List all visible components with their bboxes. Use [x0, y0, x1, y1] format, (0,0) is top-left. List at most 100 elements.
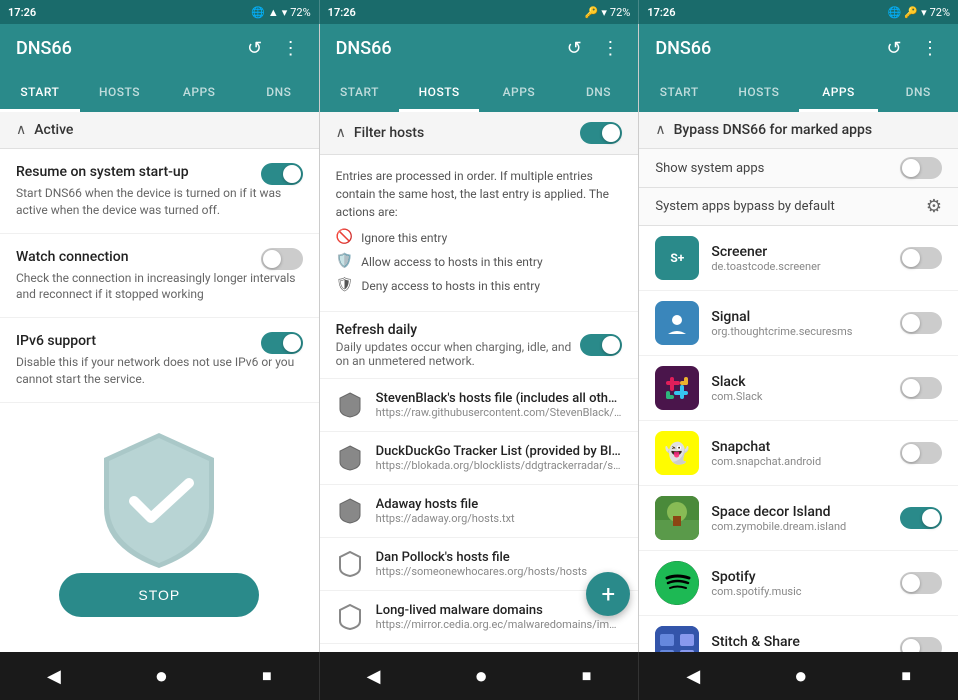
host-icon-0 [336, 391, 364, 419]
app-text-snapchat: Snapchat com.snapchat.android [711, 439, 888, 468]
app-name-spotify: Spotify [711, 569, 888, 585]
hosts-info: Entries are processed in order. If multi… [320, 155, 639, 312]
tab-hosts-dns[interactable]: DNS [559, 72, 639, 112]
gear-icon[interactable]: ⚙ [926, 196, 942, 217]
nav-home-2[interactable]: ● [474, 663, 487, 689]
toggle-screener[interactable] [900, 247, 942, 269]
panel-apps: DNS66 ↺ ⋮ START HOSTS APPS DNS ∧ Bypass … [639, 24, 958, 652]
toggle-watch[interactable] [261, 248, 303, 270]
toggle-spotify[interactable] [900, 572, 942, 594]
tab-start-hosts[interactable]: HOSTS [80, 72, 160, 112]
host-name-1: DuckDuckGo Tracker List (provided by Blo… [376, 444, 623, 459]
app-name-spacedecor: Space decor Island [711, 504, 888, 520]
toggle-stitch[interactable] [900, 637, 942, 652]
host-url-0: https://raw.githubusercontent.com/Steven… [376, 406, 623, 419]
host-icon-1 [336, 444, 364, 472]
nav-back-3[interactable]: ◀ [686, 666, 700, 687]
panel-hosts: DNS66 ↺ ⋮ START HOSTS APPS DNS ∧ Filter … [320, 24, 640, 652]
app-icon-screener: S+ [655, 236, 699, 280]
tab-apps-hosts[interactable]: HOSTS [719, 72, 799, 112]
host-url-1: https://blokada.org/blocklists/ddgtracke… [376, 459, 623, 472]
app-title-apps: DNS66 [655, 38, 870, 59]
tab-start-apps[interactable]: APPS [159, 72, 239, 112]
shield-area: STOP [0, 403, 319, 637]
tab-start-start[interactable]: START [0, 72, 80, 112]
toggle-snapchat[interactable] [900, 442, 942, 464]
ignore-icon: 🚫 [336, 227, 353, 248]
toggle-refresh[interactable] [580, 334, 622, 356]
nav-back-1[interactable]: ◀ [47, 666, 61, 687]
toggle-ipv6[interactable] [261, 332, 303, 354]
host-name-0: StevenBlack's hosts file (includes all o… [376, 391, 623, 406]
stop-button[interactable]: STOP [59, 573, 259, 617]
overflow-icon-apps[interactable]: ⋮ [918, 38, 942, 59]
overflow-icon-start[interactable]: ⋮ [279, 38, 303, 59]
show-system-label: Show system apps [655, 161, 900, 176]
filter-hosts-title: Filter hosts [354, 125, 572, 141]
tab-hosts-hosts[interactable]: HOSTS [399, 72, 479, 112]
toggle-signal[interactable] [900, 312, 942, 334]
nav-recent-3[interactable]: ■ [901, 666, 911, 686]
app-text-spacedecor: Space decor Island com.zymobile.dream.is… [711, 504, 888, 533]
setting-ipv6: IPv6 support Disable this if your networ… [0, 318, 319, 403]
active-section-header[interactable]: ∧ Active [0, 112, 319, 149]
hosts-content: ∧ Filter hosts Entries are processed in … [320, 112, 639, 652]
app-item-signal: Signal org.thoughtcrime.securesms [639, 291, 958, 356]
nav-panel-1: ◀ ● ■ [0, 652, 320, 700]
setting-ipv6-desc: Disable this if your network does not us… [16, 354, 303, 388]
refresh-icon-apps[interactable]: ↺ [882, 38, 906, 59]
tab-apps-apps[interactable]: APPS [799, 72, 879, 112]
app-text-screener: Screener de.toastcode.screener [711, 244, 888, 273]
app-pkg-snapchat: com.snapchat.android [711, 455, 888, 468]
refresh-icon-start[interactable]: ↺ [243, 38, 267, 59]
nav-recent-2[interactable]: ■ [582, 666, 592, 686]
app-item-spacedecor: Space decor Island com.zymobile.dream.is… [639, 486, 958, 551]
toggle-filter[interactable] [580, 122, 622, 144]
host-url-3: https://someonewhocares.org/hosts/hosts [376, 565, 623, 578]
chevron-bypass: ∧ [655, 122, 665, 138]
app-text-slack: Slack com.Slack [711, 374, 888, 403]
app-pkg-signal: org.thoughtcrime.securesms [711, 325, 888, 338]
bypass-header: ∧ Bypass DNS66 for marked apps [639, 112, 958, 149]
host-text-3: Dan Pollock's hosts file https://someone… [376, 550, 623, 578]
refresh-icon-hosts[interactable]: ↺ [562, 38, 586, 59]
app-pkg-spacedecor: com.zymobile.dream.island [711, 520, 888, 533]
nav-panel-3: ◀ ● ■ [639, 652, 958, 700]
refresh-label: Refresh daily [336, 322, 581, 338]
tab-bar-hosts: START HOSTS APPS DNS [320, 72, 639, 112]
allow-icon: 🛡️ [336, 251, 353, 272]
app-title-hosts: DNS66 [336, 38, 551, 59]
host-icon-2 [336, 497, 364, 525]
tab-bar-start: START HOSTS APPS DNS [0, 72, 319, 112]
nav-back-2[interactable]: ◀ [367, 666, 381, 687]
host-item-0[interactable]: StevenBlack's hosts file (includes all o… [320, 379, 639, 432]
app-item-screener: S+ Screener de.toastcode.screener [639, 226, 958, 291]
nav-recent-1[interactable]: ■ [262, 666, 272, 686]
toggle-system-apps[interactable] [900, 157, 942, 179]
ignore-text: Ignore this entry [361, 229, 447, 247]
host-item-2[interactable]: Adaway hosts file https://adaway.org/hos… [320, 485, 639, 538]
overflow-icon-hosts[interactable]: ⋮ [598, 38, 622, 59]
toggle-slack[interactable] [900, 377, 942, 399]
tab-apps-dns[interactable]: DNS [878, 72, 958, 112]
app-icon-slack [655, 366, 699, 410]
toggle-spacedecor[interactable] [900, 507, 942, 529]
toggle-resume[interactable] [261, 163, 303, 185]
nav-home-1[interactable]: ● [155, 663, 168, 689]
wifi-icon-2: ▾ [601, 6, 607, 19]
tab-apps-start[interactable]: START [639, 72, 719, 112]
battery-1: 72% [290, 6, 310, 19]
host-item-5[interactable]: Malware Domain List https://www.malwared… [320, 644, 639, 652]
host-item-1[interactable]: DuckDuckGo Tracker List (provided by Blo… [320, 432, 639, 485]
tab-hosts-apps[interactable]: APPS [479, 72, 559, 112]
status-bar-panel-2: 17:26 🔑 ▾ 72% [320, 0, 640, 24]
wifi-icon-1: ▾ [282, 6, 288, 19]
tab-hosts-start[interactable]: START [320, 72, 400, 112]
nav-home-3[interactable]: ● [794, 663, 807, 689]
app-icon-spacedecor [655, 496, 699, 540]
info-ignore-row: 🚫 Ignore this entry [336, 227, 623, 248]
tab-start-dns[interactable]: DNS [239, 72, 319, 112]
app-item-stitch: Stitch & Share com.glitch.stitchandshare [639, 616, 958, 652]
app-text-stitch: Stitch & Share com.glitch.stitchandshare [711, 634, 888, 653]
time-3: 17:26 [647, 6, 675, 19]
